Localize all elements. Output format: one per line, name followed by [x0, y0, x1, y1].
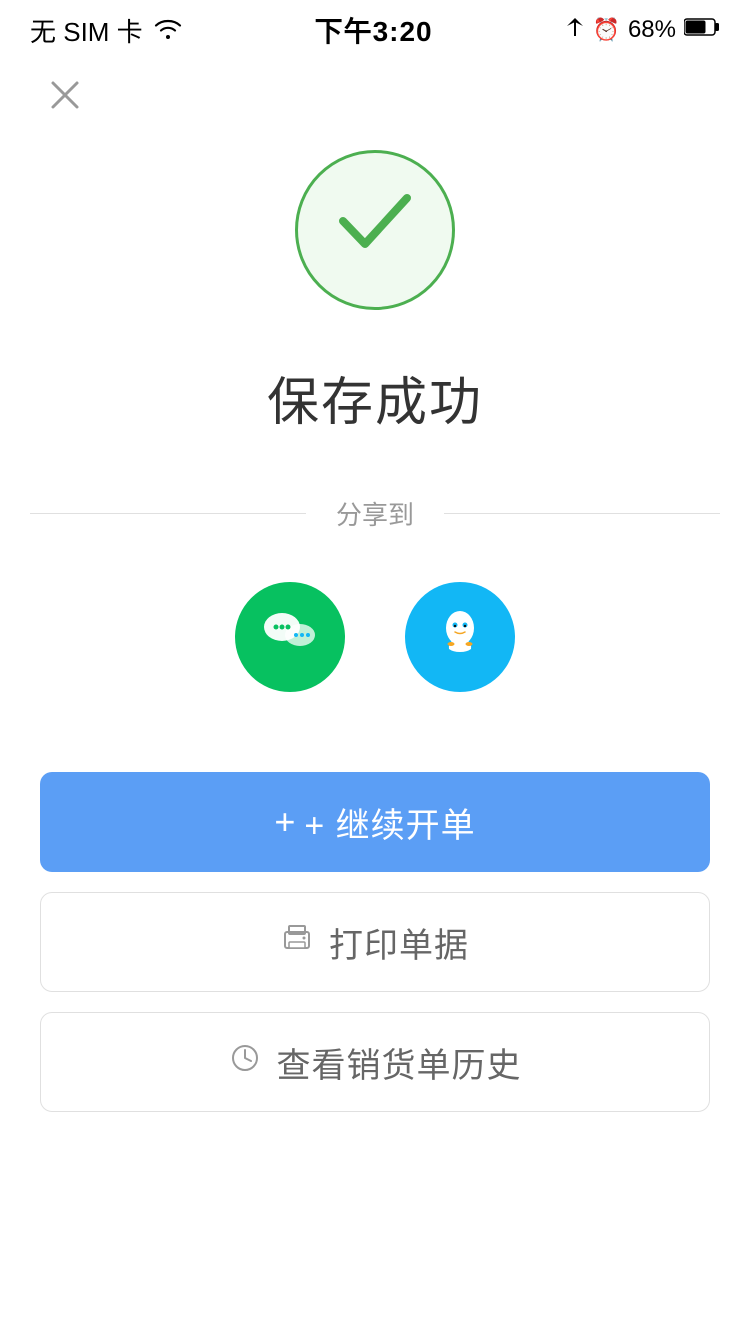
continue-order-button[interactable]: + + 继续开单 [40, 772, 710, 872]
history-label: 查看销货单历史 [277, 1038, 522, 1087]
plus-icon: + [274, 801, 296, 843]
wechat-share-button[interactable] [235, 582, 345, 692]
alarm-icon: ⏰ [593, 17, 620, 43]
print-icon [281, 922, 313, 963]
share-label: 分享到 [336, 495, 414, 532]
history-icon [229, 1042, 261, 1083]
checkmark-icon [335, 186, 415, 269]
qq-icon [431, 602, 489, 673]
sim-text: 无 SIM 卡 [30, 12, 143, 49]
share-icons [235, 582, 515, 692]
battery-icon [684, 16, 720, 44]
status-right: ⏰ 68% [565, 16, 720, 45]
main-content: 保存成功 分享到 [0, 60, 750, 1112]
action-buttons: + + 继续开单 打印单据 查看销货单历史 [0, 772, 750, 1112]
print-button[interactable]: 打印单据 [40, 892, 710, 992]
status-time: 下午3:20 [315, 10, 433, 50]
status-left: 无 SIM 卡 [30, 12, 183, 49]
continue-order-label: + 继续开单 [304, 798, 475, 847]
success-circle [295, 150, 455, 310]
wechat-icon [260, 603, 320, 671]
print-label: 打印单据 [329, 918, 469, 967]
history-button[interactable]: 查看销货单历史 [40, 1012, 710, 1112]
battery-percentage: 68% [628, 16, 676, 44]
success-title: 保存成功 [267, 360, 483, 435]
location-icon [565, 16, 585, 45]
close-button[interactable] [40, 70, 90, 120]
qq-share-button[interactable] [405, 582, 515, 692]
wifi-icon [153, 15, 183, 46]
status-bar: 无 SIM 卡 下午3:20 ⏰ 68% [0, 0, 750, 60]
share-divider: 分享到 [0, 495, 750, 532]
